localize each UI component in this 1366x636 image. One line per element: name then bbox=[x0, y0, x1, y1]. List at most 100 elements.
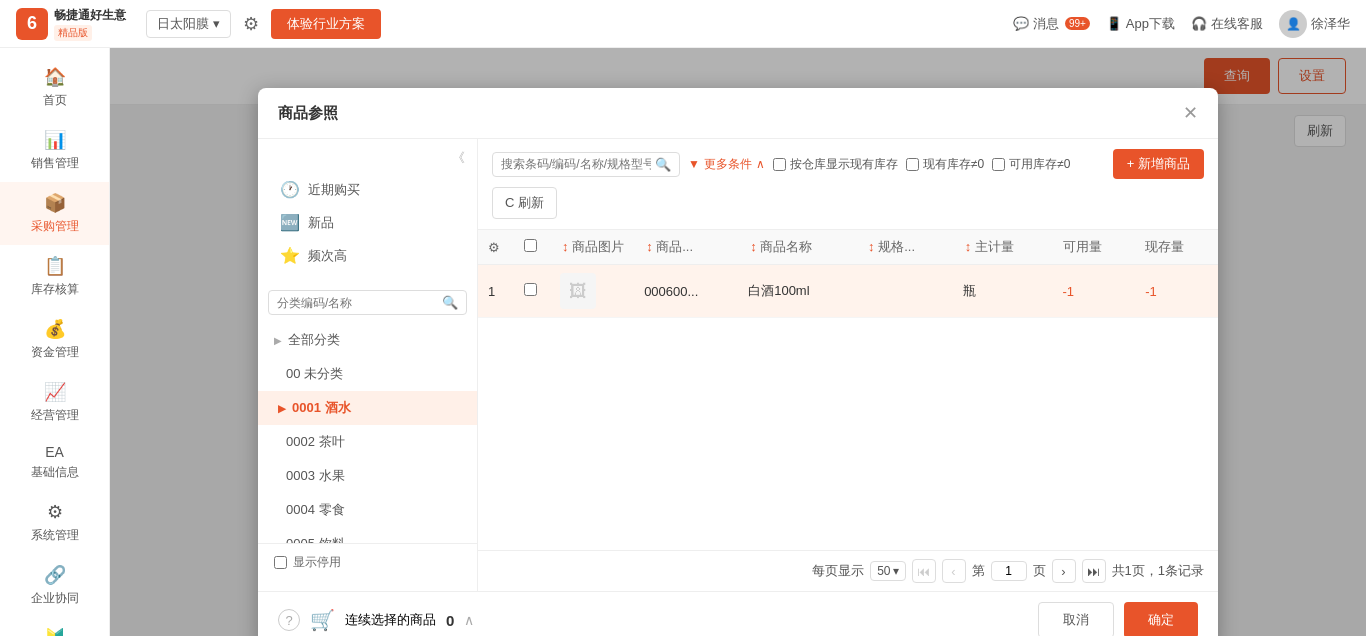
page-input[interactable] bbox=[991, 561, 1027, 581]
sidebar-item-finance[interactable]: 💰 资金管理 bbox=[0, 308, 109, 371]
sidebar-item-guide[interactable]: 🔰 新手引导 bbox=[0, 617, 109, 636]
modal-header: 商品参照 ✕ bbox=[258, 88, 1218, 139]
user-item[interactable]: 👤 徐泽华 bbox=[1279, 10, 1350, 38]
footer-collapse-icon[interactable]: ∧ bbox=[464, 612, 474, 628]
sidebar-item-basic[interactable]: EA 基础信息 bbox=[0, 434, 109, 491]
logo-icon: 6 bbox=[16, 8, 48, 40]
warehouse-display-checkbox-label[interactable]: 按仓库显示现有库存 bbox=[773, 156, 898, 173]
logo-text: 畅捷通好生意 精品版 bbox=[54, 7, 126, 41]
help-icon[interactable]: ? bbox=[278, 609, 300, 631]
category-fruit[interactable]: 0003 水果 bbox=[258, 459, 477, 493]
category-all[interactable]: ▶ 全部分类 bbox=[258, 323, 477, 357]
content-area: 查询 设置 刷新 商品参照 ✕ 《 bbox=[110, 48, 1366, 636]
sidebar-item-purchase[interactable]: 📦 采购管理 bbox=[0, 182, 109, 245]
table-header-row: ⚙ ↕ 商品图片 ↕ 商品... bbox=[478, 230, 1218, 265]
sidebar-item-operations[interactable]: 📈 经营管理 bbox=[0, 371, 109, 434]
frequent-label: 频次高 bbox=[308, 247, 347, 265]
first-page-button[interactable]: ⏮ bbox=[912, 559, 936, 583]
basic-icon: EA bbox=[45, 444, 64, 460]
warehouse-display-checkbox[interactable] bbox=[773, 158, 786, 171]
continuous-label: 连续选择的商品 bbox=[345, 611, 436, 629]
th-spec[interactable]: ↕ 规格... bbox=[856, 230, 953, 265]
category-liquor[interactable]: ▶ 0001 酒水 bbox=[258, 391, 477, 425]
per-page-select[interactable]: 50 ▾ bbox=[870, 561, 905, 581]
sidebar-item-system[interactable]: ⚙ 系统管理 bbox=[0, 491, 109, 554]
th-name[interactable]: ↕ 商品名称 bbox=[738, 230, 856, 265]
th-stock[interactable]: 现存量 bbox=[1135, 230, 1218, 265]
category-all-label: 全部分类 bbox=[288, 331, 340, 349]
footer-right: 取消 确定 bbox=[1038, 602, 1198, 636]
existing-stock-checkbox[interactable] bbox=[906, 158, 919, 171]
warehouse-display-label: 按仓库显示现有库存 bbox=[790, 156, 898, 173]
message-nav-item[interactable]: 💬 消息 99+ bbox=[1013, 15, 1090, 33]
headset-icon: 🎧 bbox=[1191, 16, 1207, 31]
settings-icon[interactable]: ⚙ bbox=[488, 240, 500, 255]
sidebar-item-sales[interactable]: 📊 销售管理 bbox=[0, 119, 109, 182]
frequent-item[interactable]: ⭐ 频次高 bbox=[268, 239, 467, 272]
confirm-button[interactable]: 确定 bbox=[1124, 602, 1198, 636]
th-code[interactable]: ↕ 商品... bbox=[634, 230, 738, 265]
more-filter-button[interactable]: ▼ 更多条件 ∧ bbox=[688, 156, 765, 173]
th-available[interactable]: 可用量 bbox=[1053, 230, 1136, 265]
th-unit[interactable]: ↕ 主计量 bbox=[953, 230, 1053, 265]
modal-close-button[interactable]: ✕ bbox=[1183, 102, 1198, 124]
category-snack[interactable]: 0004 零食 bbox=[258, 493, 477, 527]
col-code-label: 商品... bbox=[656, 239, 693, 254]
category-tea[interactable]: 0002 茶叶 bbox=[258, 425, 477, 459]
row-checkbox[interactable] bbox=[524, 283, 537, 296]
category-search-box[interactable]: 🔍 bbox=[268, 290, 467, 315]
message-label: 消息 bbox=[1033, 15, 1059, 33]
last-page-button[interactable]: ⏭ bbox=[1082, 559, 1106, 583]
add-product-button[interactable]: + 新增商品 bbox=[1113, 149, 1204, 179]
col-image-label: 商品图片 bbox=[572, 239, 624, 254]
sort-icon-code: ↕ bbox=[646, 239, 653, 254]
cancel-button[interactable]: 取消 bbox=[1038, 602, 1114, 636]
home-icon: 🏠 bbox=[44, 66, 66, 88]
username: 徐泽华 bbox=[1311, 15, 1350, 33]
modal-footer: ? 🛒 连续选择的商品 0 ∧ 取消 确定 bbox=[258, 591, 1218, 636]
search-icon: 🔍 bbox=[442, 295, 458, 310]
gear-icon[interactable]: ⚙ bbox=[243, 13, 259, 35]
store-selector[interactable]: 日太阳膜 ▾ bbox=[146, 10, 231, 38]
trial-button[interactable]: 体验行业方案 bbox=[271, 9, 381, 39]
existing-stock-checkbox-label[interactable]: 现有库存≠0 bbox=[906, 156, 984, 173]
prev-page-button[interactable]: ‹ bbox=[942, 559, 966, 583]
collapse-left-button[interactable]: 《 bbox=[452, 149, 465, 167]
page-end-label: 页 bbox=[1033, 562, 1046, 580]
left-panel: 《 🕐 近期购买 🆕 新品 ⭐ 频次高 bbox=[258, 139, 478, 591]
next-page-button[interactable]: › bbox=[1052, 559, 1076, 583]
category-search-input[interactable] bbox=[277, 296, 442, 310]
app-label: App下载 bbox=[1126, 15, 1175, 33]
col-spec-label: 规格... bbox=[878, 239, 915, 254]
category-beverage[interactable]: 0005 饮料 bbox=[258, 527, 477, 543]
purchase-icon: 📦 bbox=[44, 192, 66, 214]
sidebar-label-basic: 基础信息 bbox=[31, 464, 79, 481]
row-checkbox-cell[interactable] bbox=[514, 265, 550, 318]
select-all-checkbox[interactable] bbox=[524, 239, 537, 252]
collab-icon: 🔗 bbox=[44, 564, 66, 586]
new-products-item[interactable]: 🆕 新品 bbox=[268, 206, 467, 239]
total-records-label: 共1页，1条记录 bbox=[1112, 562, 1204, 580]
refresh-button[interactable]: C 刷新 bbox=[492, 187, 557, 219]
available-stock-checkbox[interactable] bbox=[992, 158, 1005, 171]
product-search-bar[interactable]: 🔍 bbox=[492, 152, 680, 177]
sidebar-item-home[interactable]: 🏠 首页 bbox=[0, 56, 109, 119]
th-settings: ⚙ bbox=[478, 230, 514, 265]
sidebar-item-inventory[interactable]: 📋 库存核算 bbox=[0, 245, 109, 308]
app-download-item[interactable]: 📱 App下载 bbox=[1106, 15, 1175, 33]
category-0005-label: 0005 饮料 bbox=[286, 535, 345, 543]
nav-right: 💬 消息 99+ 📱 App下载 🎧 在线客服 👤 徐泽华 bbox=[1013, 10, 1350, 38]
category-0001-label: 0001 酒水 bbox=[292, 399, 351, 417]
show-disabled-checkbox[interactable] bbox=[274, 556, 287, 569]
service-item[interactable]: 🎧 在线客服 bbox=[1191, 15, 1263, 33]
sidebar-item-collab[interactable]: 🔗 企业协同 bbox=[0, 554, 109, 617]
category-00-label: 00 未分类 bbox=[286, 365, 343, 383]
row-stock-cell: -1 bbox=[1135, 265, 1218, 318]
category-uncategorized[interactable]: 00 未分类 bbox=[258, 357, 477, 391]
recent-purchase-item[interactable]: 🕐 近期购买 bbox=[268, 173, 467, 206]
phone-icon: 📱 bbox=[1106, 16, 1122, 31]
available-stock-checkbox-label[interactable]: 可用库存≠0 bbox=[992, 156, 1070, 173]
table-row[interactable]: 1 🖼 000600... 白酒100ml 瓶 -1 bbox=[478, 265, 1218, 318]
product-search-input[interactable] bbox=[501, 157, 651, 171]
page-label: 第 bbox=[972, 562, 985, 580]
